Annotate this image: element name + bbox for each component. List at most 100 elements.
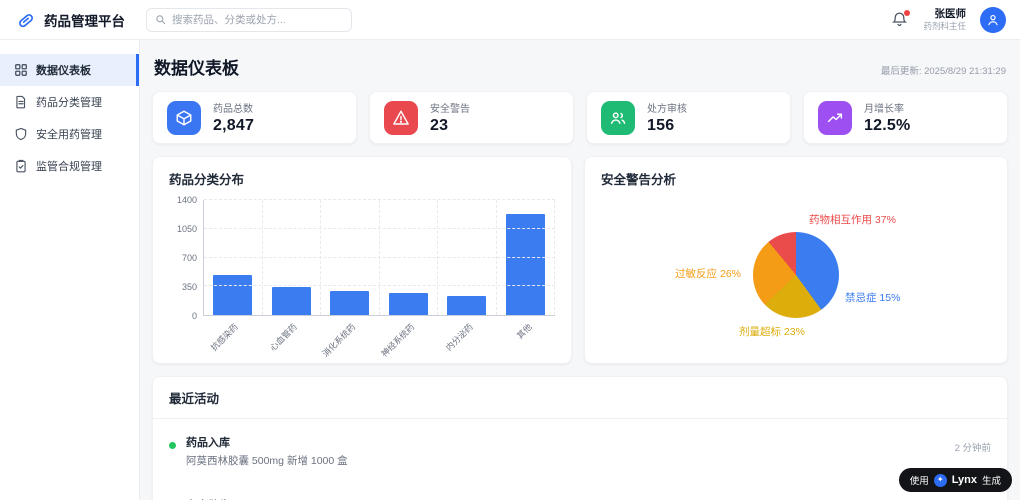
x-tick-label: 抗感染药 <box>208 321 241 353</box>
stat-value: 23 <box>430 117 449 134</box>
sidebar-item-label: 监管合规管理 <box>36 161 102 173</box>
stat-value: 2,847 <box>213 117 255 134</box>
y-tick-label: 1400 <box>176 195 197 205</box>
page-title: 数据仪表板 <box>154 59 239 78</box>
gridline <box>204 227 555 229</box>
x-tick-label: 消化系统药 <box>320 321 358 359</box>
x-label-cell: 心血管药 <box>262 316 321 354</box>
pie-chart: 禁忌症 15% 剂量超标 23% 过敏反应 26% 药物相互作用 37% <box>675 214 900 338</box>
user-meta: 张医师 药剂科主任 <box>923 8 966 32</box>
notification-badge-dot <box>904 9 911 16</box>
gridline <box>204 285 555 287</box>
gridline <box>204 199 555 200</box>
alert-triangle-icon <box>384 100 418 135</box>
users-icon <box>601 100 635 135</box>
bar-column <box>321 200 380 315</box>
top-header: 药品管理平台 张医师 药剂科主任 <box>0 0 1020 40</box>
bar-column <box>497 200 555 315</box>
bar-心血管药[interactable] <box>271 286 311 315</box>
pill-logo-icon <box>16 10 36 30</box>
stat-value: 156 <box>647 117 675 134</box>
search-input[interactable] <box>172 13 343 26</box>
user-name: 张医师 <box>934 7 967 20</box>
document-icon <box>16 95 26 109</box>
bar-plot <box>203 199 555 316</box>
activity-title: 药品入库 <box>186 437 230 449</box>
x-label-cell: 消化系统药 <box>320 316 379 359</box>
x-tick-label: 其他 <box>514 321 534 341</box>
y-tick-label: 1050 <box>176 224 197 234</box>
sidebar-item-label: 数据仪表板 <box>36 65 91 77</box>
sidebar: 数据仪表板 药品分类管理 安全用药管理 监管合规管理 <box>0 40 140 500</box>
last-updated: 最后更新: 2025/8/29 21:31:29 <box>880 66 1006 77</box>
bar-chart-y-axis: 0 350 700 1050 1400 <box>169 195 203 321</box>
bar-神经系统药[interactable] <box>388 293 428 315</box>
bar-内分泌药[interactable] <box>447 296 487 315</box>
package-icon <box>167 100 201 135</box>
x-label-cell: 神经系统药 <box>379 316 438 359</box>
clipboard-check-icon <box>16 159 26 173</box>
bar-消化系统药[interactable] <box>330 290 370 315</box>
bar-chart-x-axis: 抗感染药 心血管药 消化系统药 神经系统药 内分泌药 其他 <box>203 316 555 359</box>
bar-columns <box>204 200 555 315</box>
x-label-cell: 抗感染药 <box>203 316 262 354</box>
stat-card-prescription-review: 处方审核 156 <box>586 91 791 144</box>
gridline <box>204 256 555 258</box>
user-role: 药剂科主任 <box>923 20 966 31</box>
badge-brand: Lynx <box>951 474 977 486</box>
search-icon <box>155 14 166 25</box>
bar-column <box>438 200 497 315</box>
activity-row-safety-alert[interactable]: 安全警告 华法林与阿司匹林相互作用检测 <box>153 482 1007 500</box>
stat-value: 12.5% <box>864 117 911 134</box>
x-label-cell: 内分泌药 <box>438 316 497 354</box>
user-avatar[interactable] <box>980 6 1006 33</box>
activity-row-stock-in[interactable]: 药品入库 阿莫西林胶囊 500mg 新增 1000 盒 2 分钟前 <box>153 419 1007 482</box>
x-tick-label: 神经系统药 <box>379 321 417 359</box>
bar-column <box>380 200 438 315</box>
activity-desc: 阿莫西林胶囊 500mg 新增 1000 盒 <box>186 455 348 467</box>
app-title: 药品管理平台 <box>44 13 125 29</box>
lynx-generated-badge[interactable]: 使用 ✦ Lynx 生成 <box>898 468 1012 492</box>
activity-time: 2 分钟前 <box>954 443 991 454</box>
x-label-cell: 其他 <box>496 316 555 354</box>
bar-column <box>263 200 321 315</box>
bar-chart-card: 药品分类分布 0 350 700 1050 1400 抗感染药 心血管药 消化系统药 神经系统… <box>152 156 572 364</box>
recent-activity-card: 最近活动 药品入库 阿莫西林胶囊 500mg 新增 1000 盒 2 分钟前 安… <box>152 376 1008 500</box>
stat-label: 药品总数 <box>213 104 253 115</box>
stat-card-safety-alerts: 安全警告 23 <box>369 91 574 144</box>
pie-label-interaction: 药物相互作用 37% <box>809 214 896 226</box>
pie-label-overdose: 剂量超标 23% <box>739 326 805 338</box>
sidebar-item-compliance[interactable]: 监管合规管理 <box>0 150 139 182</box>
shield-icon <box>15 127 27 141</box>
y-tick-label: 0 <box>191 311 197 321</box>
recent-activity-title: 最近活动 <box>153 377 1007 419</box>
pie-chart-card: 安全警告分析 禁忌症 15% 剂量超标 23% 过敏反应 26% 药物相互作用 … <box>584 156 1008 364</box>
bar-其他[interactable] <box>505 214 545 315</box>
y-tick-label: 350 <box>181 282 197 292</box>
sidebar-item-medication-safety[interactable]: 安全用药管理 <box>0 118 139 150</box>
stat-label: 月增长率 <box>864 104 904 115</box>
x-tick-label: 内分泌药 <box>443 321 475 353</box>
bar-抗感染药[interactable] <box>213 275 253 315</box>
dashboard-grid-icon <box>15 64 27 76</box>
pie-chart-title: 安全警告分析 <box>601 173 677 187</box>
brand: 药品管理平台 <box>0 10 140 30</box>
bar-chart-title: 药品分类分布 <box>169 173 245 187</box>
stat-card-total-drugs: 药品总数 2,847 <box>152 91 357 144</box>
sidebar-item-label: 药品分类管理 <box>36 97 102 109</box>
global-search[interactable] <box>146 7 352 32</box>
lynx-logo-icon: ✦ <box>933 473 947 487</box>
trending-up-icon <box>818 100 852 135</box>
sidebar-item-dashboard[interactable]: 数据仪表板 <box>0 54 139 86</box>
stat-card-monthly-growth: 月增长率 12.5% <box>803 91 1008 144</box>
notifications-button[interactable] <box>891 9 911 29</box>
pie-label-contraindication: 禁忌症 15% <box>845 292 901 304</box>
person-icon <box>988 14 998 25</box>
status-dot-green <box>169 442 176 449</box>
pie-label-allergy: 过敏反应 26% <box>675 268 741 280</box>
bar-column <box>204 200 263 315</box>
y-tick-label: 700 <box>181 253 197 263</box>
badge-prefix: 使用 <box>909 476 929 487</box>
sidebar-item-drug-categories[interactable]: 药品分类管理 <box>0 86 139 118</box>
stats-row: 药品总数 2,847 安全警告 23 处方审核 156 月增长率 12.5% <box>152 91 1008 144</box>
